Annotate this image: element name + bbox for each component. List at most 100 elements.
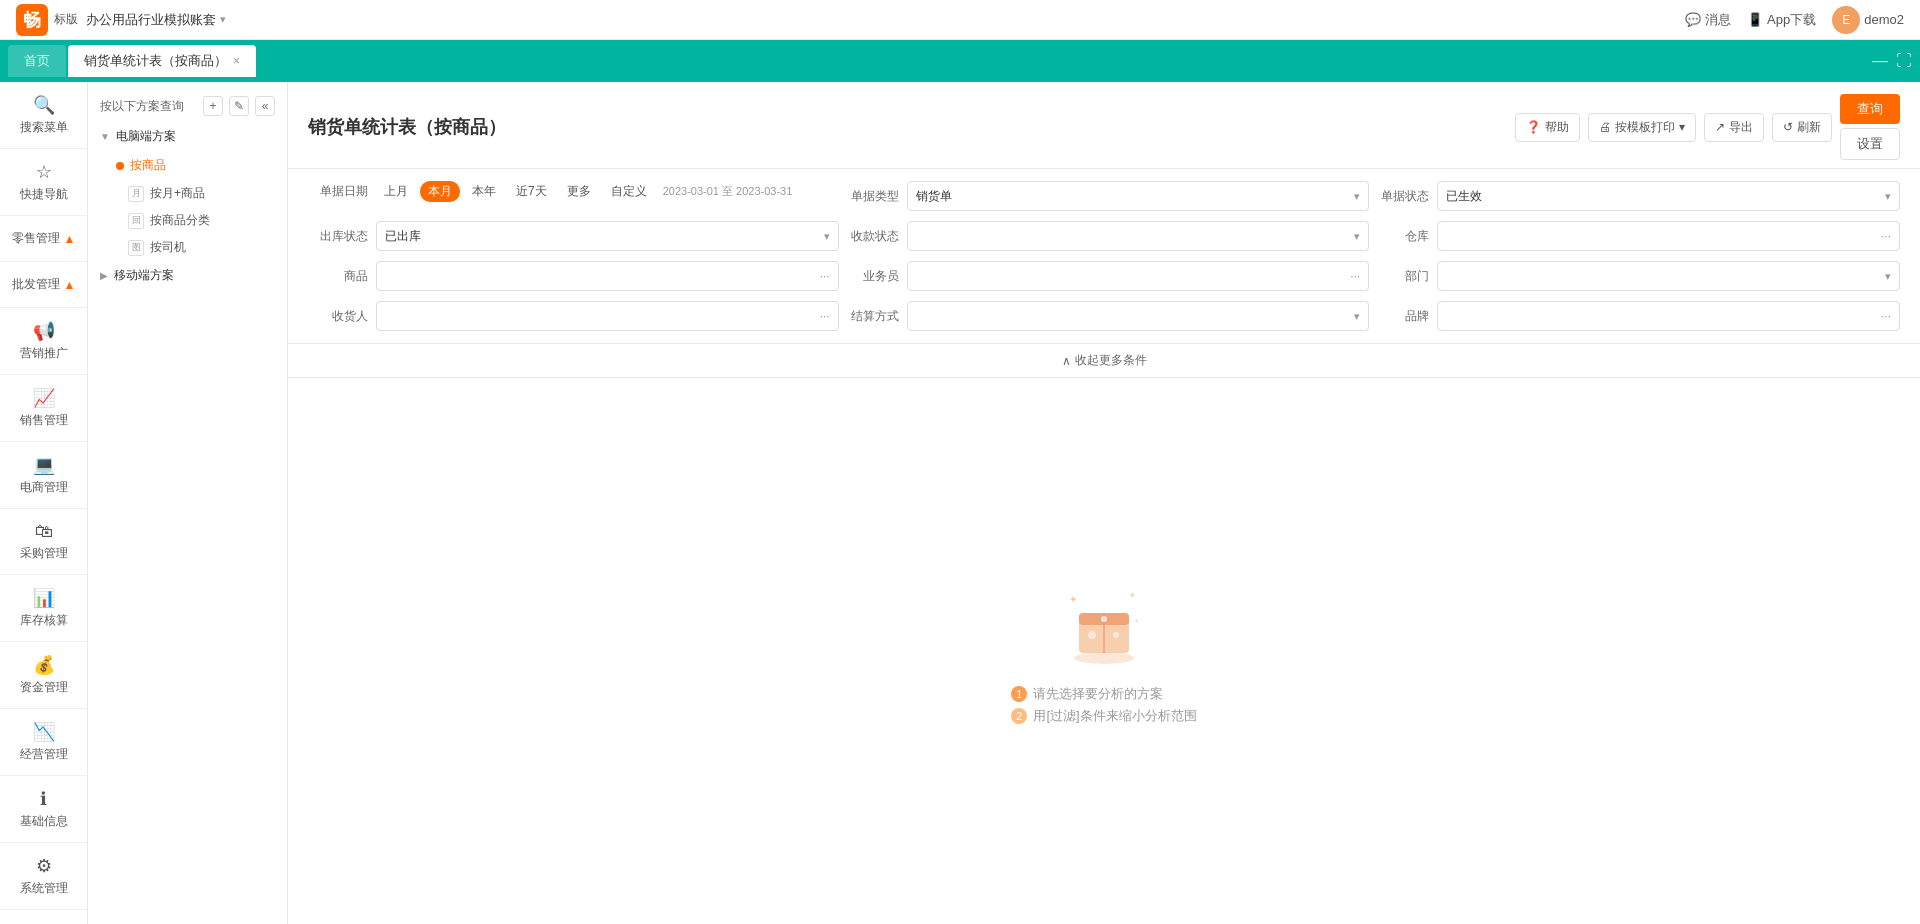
empty-state: ✦ ✦ ✦ 1 请先选择要分析的方案 2 用[过滤]条件来缩小分析范围 [288, 378, 1920, 924]
collapse-panel-button[interactable]: « [255, 96, 275, 116]
sidebar-item-marketing[interactable]: 📢 营销推广 [0, 308, 87, 375]
dept-selector[interactable]: ▾ [1437, 261, 1900, 291]
payment-caret-icon: ▾ [1354, 230, 1360, 243]
doc-type-selector[interactable]: 销货单 ▾ [907, 181, 1370, 211]
message-button[interactable]: 💬 消息 [1685, 11, 1731, 29]
brand-selector[interactable]: ··· [1437, 301, 1900, 331]
tab-home[interactable]: 首页 [8, 45, 66, 77]
salesman-selector[interactable]: ··· [907, 261, 1370, 291]
svg-text:✦: ✦ [1129, 591, 1136, 600]
filter-settlement: 结算方式 ▾ [839, 301, 1370, 331]
date-btn-7days[interactable]: 近7天 [508, 181, 555, 202]
sidebar-item-purchase[interactable]: 🛍 采购管理 [0, 509, 87, 575]
svg-text:✦: ✦ [1069, 594, 1077, 605]
date-label: 单据日期 [308, 183, 368, 200]
doc-type-caret-icon: ▾ [1354, 190, 1360, 203]
sidebar-item-quick-nav[interactable]: ☆ 快捷导航 [0, 149, 87, 216]
filter-doc-status: 单据状态 已生效 ▾ [1369, 181, 1900, 211]
filter-out-status: 出库状态 已出库 ▾ [308, 221, 839, 251]
recipient-selector[interactable]: ··· [376, 301, 839, 331]
left-panel-header: 按以下方案查询 + ✎ « [88, 90, 287, 122]
settlement-selector[interactable]: ▾ [907, 301, 1370, 331]
scheme-item-by-goods[interactable]: 按商品 [88, 151, 287, 180]
goods-selector[interactable]: ··· [376, 261, 839, 291]
main-layout: 🔍 搜索菜单 ☆ 快捷导航 零售管理 ▲ 批发管理 ▲ 📢 营销推广 📈 销售管… [0, 82, 1920, 924]
warehouse-selector[interactable]: ··· [1437, 221, 1900, 251]
date-btn-this-month[interactable]: 本月 [420, 181, 460, 202]
sidebar-item-search[interactable]: 🔍 搜索菜单 [0, 82, 87, 149]
sidebar-item-sales[interactable]: 📈 销售管理 [0, 375, 87, 442]
out-status-selector[interactable]: 已出库 ▾ [376, 221, 839, 251]
star-icon: ☆ [4, 161, 83, 183]
doc-type-label: 单据类型 [839, 188, 899, 205]
print-button[interactable]: 🖨 按模板打印 ▾ [1588, 113, 1696, 142]
scheme-group-mobile-header[interactable]: ▶ 移动端方案 [88, 261, 287, 290]
workspace-selector[interactable]: 办公用品行业模拟账套 ▾ [86, 11, 226, 29]
settlement-label: 结算方式 [839, 308, 899, 325]
tab-minimize-icon[interactable]: — [1872, 52, 1888, 70]
left-panel: 按以下方案查询 + ✎ « ▼ 电脑端方案 按商品 月 [88, 82, 288, 924]
scheme-item-by-month-goods[interactable]: 月 按月+商品 [88, 180, 287, 207]
sales-icon: 📈 [4, 387, 83, 409]
add-scheme-button[interactable]: + [203, 96, 223, 116]
message-icon: 💬 [1685, 12, 1701, 27]
refresh-button[interactable]: ↺ 刷新 [1772, 113, 1832, 142]
tab-close-button[interactable]: × [233, 54, 240, 68]
mobile-group-arrow-icon: ▶ [100, 270, 108, 281]
date-btn-this-year[interactable]: 本年 [464, 181, 504, 202]
sidebar-item-cooperation[interactable]: 🤝 企业协同 [0, 910, 87, 924]
svg-point-0 [1074, 652, 1134, 664]
settlement-caret-icon: ▾ [1354, 310, 1360, 323]
page-actions: ❓ 帮助 🖨 按模板打印 ▾ ↗ 导出 ↺ 刷新 [1515, 94, 1900, 160]
sidebar-item-retail[interactable]: 零售管理 ▲ [0, 216, 87, 262]
filter-goods: 商品 ··· [308, 261, 839, 291]
tab-expand-controls: — ⛶ [1872, 52, 1912, 70]
tab-sales-stats[interactable]: 销货单统计表（按商品） × [68, 45, 256, 77]
filter-row-2: 出库状态 已出库 ▾ 收款状态 ▾ 仓库 [308, 221, 1900, 251]
sidebar-item-ecommerce[interactable]: 💻 电商管理 [0, 442, 87, 509]
date-btn-custom[interactable]: 自定义 [603, 181, 655, 202]
scheme-item-by-driver[interactable]: 图 按司机 [88, 234, 287, 261]
pc-group-arrow-icon: ▼ [100, 131, 110, 142]
filter-doc-type: 单据类型 销货单 ▾ [839, 181, 1370, 211]
right-content: 销货单统计表（按商品） ❓ 帮助 🖨 按模板打印 ▾ ↗ 导出 [288, 82, 1920, 924]
phone-icon: 📱 [1747, 12, 1763, 27]
doc-status-caret-icon: ▾ [1885, 190, 1891, 203]
salesman-label: 业务员 [839, 268, 899, 285]
app-download-button[interactable]: 📱 App下载 [1747, 11, 1816, 29]
sidebar-item-basics[interactable]: ℹ 基础信息 [0, 776, 87, 843]
date-btn-more[interactable]: 更多 [559, 181, 599, 202]
active-scheme-dot [116, 162, 124, 170]
doc-status-selector[interactable]: 已生效 ▾ [1437, 181, 1900, 211]
edit-scheme-button[interactable]: ✎ [229, 96, 249, 116]
basics-icon: ℹ [4, 788, 83, 810]
operations-icon: 📉 [4, 721, 83, 743]
brand-more-icon: ··· [1881, 309, 1891, 323]
collapse-filters-bar[interactable]: ∧ 收起更多条件 [288, 344, 1920, 378]
sidebar-item-operations[interactable]: 📉 经营管理 [0, 709, 87, 776]
out-status-label: 出库状态 [308, 228, 368, 245]
sidebar-item-wholesale[interactable]: 批发管理 ▲ [0, 262, 87, 308]
tab-fullscreen-icon[interactable]: ⛶ [1896, 52, 1912, 70]
filter-payment-status: 收款状态 ▾ [839, 221, 1370, 251]
scheme-group-pc-header[interactable]: ▼ 电脑端方案 [88, 122, 287, 151]
filter-area: 单据日期 上月 本月 本年 近7天 更多 自定义 2023-03-01 至 20… [288, 169, 1920, 344]
export-button[interactable]: ↗ 导出 [1704, 113, 1764, 142]
date-btn-last-month[interactable]: 上月 [376, 181, 416, 202]
logo-icon: 畅 [16, 4, 48, 36]
scheme-item-by-category[interactable]: 回 按商品分类 [88, 207, 287, 234]
payment-status-selector[interactable]: ▾ [907, 221, 1370, 251]
filter-row-1: 单据日期 上月 本月 本年 近7天 更多 自定义 2023-03-01 至 20… [308, 181, 1900, 211]
sidebar-item-finance[interactable]: 💰 资金管理 [0, 642, 87, 709]
marketing-icon: 📢 [4, 320, 83, 342]
help-button[interactable]: ❓ 帮助 [1515, 113, 1580, 142]
sidebar-item-inventory[interactable]: 📊 库存核算 [0, 575, 87, 642]
search-icon: 🔍 [4, 94, 83, 116]
svg-text:✦: ✦ [1134, 618, 1139, 624]
settings-button[interactable]: 设置 [1840, 128, 1900, 160]
sidebar-item-system[interactable]: ⚙ 系统管理 [0, 843, 87, 910]
user-avatar[interactable]: E demo2 [1832, 6, 1904, 34]
print-icon: 🖨 [1599, 120, 1611, 134]
query-button[interactable]: 查询 [1840, 94, 1900, 124]
scheme-group-pc: ▼ 电脑端方案 按商品 月 按月+商品 回 按商品分类 图 按司机 [88, 122, 287, 261]
